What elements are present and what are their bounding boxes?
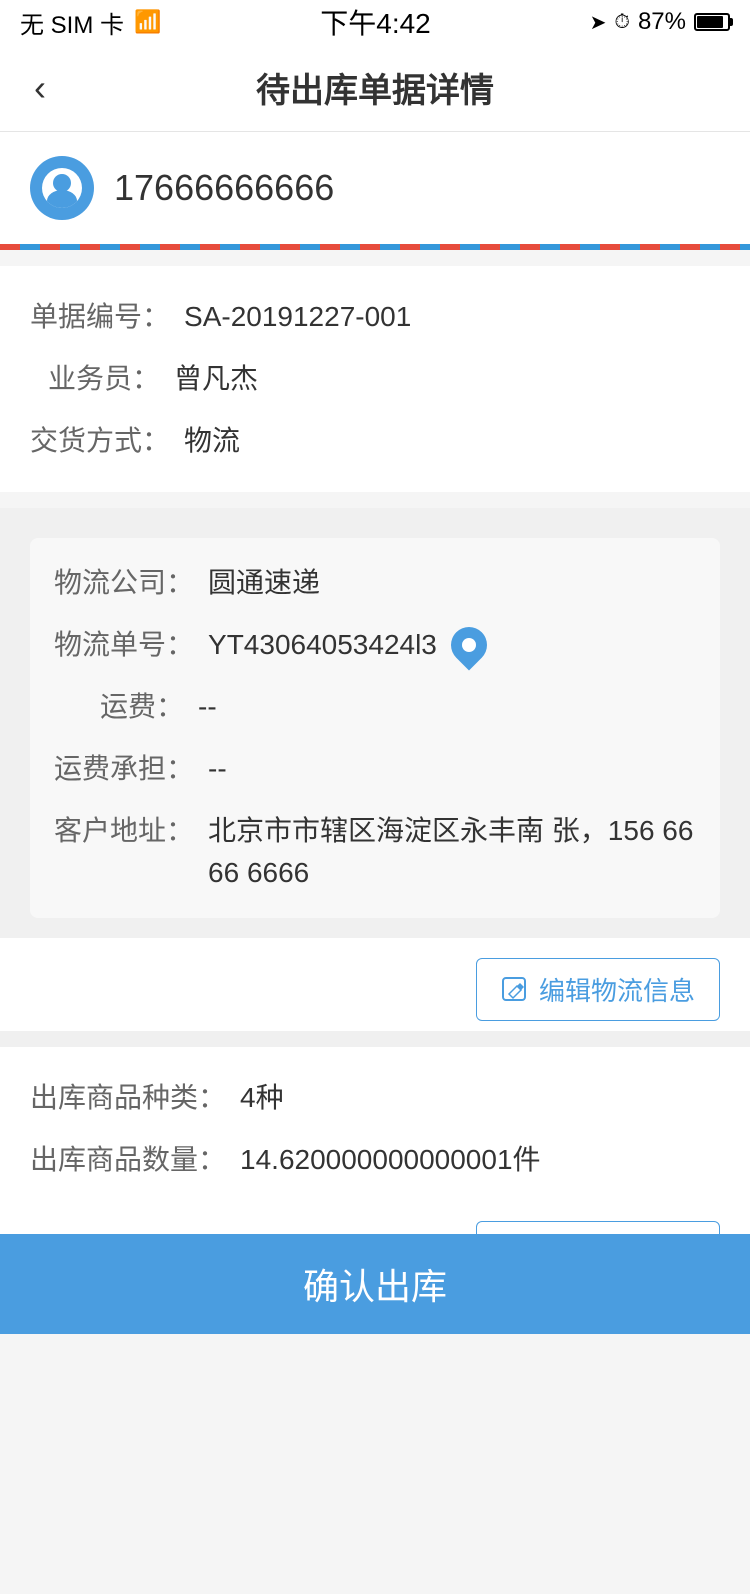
page-title: 待出库单据详情 bbox=[256, 63, 494, 112]
edit-logistics-btn-wrap: 编辑物流信息 bbox=[0, 938, 750, 1031]
status-left: 无 SIM 卡 📶 bbox=[20, 5, 161, 40]
logistics-company-label: 物流公司： bbox=[54, 562, 194, 604]
back-button[interactable]: ‹ bbox=[24, 57, 56, 119]
section-divider bbox=[0, 1031, 750, 1047]
goods-types-label: 出库商品种类： bbox=[30, 1077, 226, 1119]
battery-label: 87% bbox=[638, 8, 686, 36]
logistics-tracking-row: 物流单号： YT43064053424l3 bbox=[54, 624, 696, 666]
salesman-label: 业务员： bbox=[30, 358, 160, 400]
logistics-company-value: 圆通速递 bbox=[208, 562, 696, 604]
edit-logistics-label: 编辑物流信息 bbox=[539, 971, 695, 1008]
salesman-row: 业务员： 曾凡杰 bbox=[30, 358, 720, 400]
logistics-freightbear-row: 运费承担： -- bbox=[54, 748, 696, 790]
delivery-value: 物流 bbox=[184, 420, 720, 462]
goods-types-value: 4种 bbox=[240, 1077, 720, 1119]
status-bar: 无 SIM 卡 📶 下午4:42 ➤ ⏱ 87% bbox=[0, 0, 750, 44]
logistics-freight-row: 运费： -- bbox=[54, 686, 696, 728]
confirm-button[interactable]: 确认出库 bbox=[0, 1234, 750, 1334]
avatar bbox=[30, 156, 94, 220]
logistics-tracking-label: 物流单号： bbox=[54, 624, 194, 666]
logistics-tracking-value: YT43064053424l3 bbox=[208, 624, 696, 666]
delivery-label: 交货方式： bbox=[30, 420, 170, 462]
carrier-label: 无 SIM 卡 bbox=[20, 5, 124, 40]
logistics-freight-value: -- bbox=[198, 686, 696, 728]
status-right: ➤ ⏱ 87% bbox=[590, 8, 730, 36]
logistics-address-value: 北京市市辖区海淀区永丰南 张，156 6666 6666 bbox=[208, 810, 696, 894]
status-time: 下午4:42 bbox=[320, 2, 431, 42]
location-pin-icon[interactable] bbox=[443, 620, 494, 671]
location-icon: ➤ bbox=[590, 10, 607, 35]
goods-section: 出库商品种类： 4种 出库商品数量： 14.620000000000001件 bbox=[0, 1047, 750, 1201]
goods-quantity-value: 14.620000000000001件 bbox=[240, 1139, 720, 1181]
order-no-value: SA-20191227-001 bbox=[184, 296, 720, 338]
logistics-section: 物流公司： 圆通速递 物流单号： YT43064053424l3 运费： -- … bbox=[0, 508, 750, 938]
goods-quantity-row: 出库商品数量： 14.620000000000001件 bbox=[30, 1139, 720, 1181]
order-no-row: 单据编号： SA-20191227-001 bbox=[30, 296, 720, 338]
logistics-card: 物流公司： 圆通速递 物流单号： YT43064053424l3 运费： -- … bbox=[30, 538, 720, 918]
wifi-icon: 📶 bbox=[134, 9, 161, 35]
dashed-separator bbox=[0, 244, 750, 250]
confirm-button-label: 确认出库 bbox=[303, 1258, 447, 1310]
customer-phone: 17666666666 bbox=[114, 167, 334, 209]
nav-bar: ‹ 待出库单据详情 bbox=[0, 44, 750, 132]
edit-logistics-button[interactable]: 编辑物流信息 bbox=[476, 958, 720, 1021]
salesman-value: 曾凡杰 bbox=[174, 358, 720, 400]
edit-icon bbox=[501, 976, 529, 1004]
battery-icon bbox=[694, 13, 730, 31]
logistics-freightbear-label: 运费承担： bbox=[54, 748, 194, 790]
order-no-label: 单据编号： bbox=[30, 296, 170, 338]
logistics-address-row: 客户地址： 北京市市辖区海淀区永丰南 张，156 6666 6666 bbox=[54, 810, 696, 894]
logistics-address-label: 客户地址： bbox=[54, 810, 194, 852]
logistics-company-row: 物流公司： 圆通速递 bbox=[54, 562, 696, 604]
goods-types-row: 出库商品种类： 4种 bbox=[30, 1077, 720, 1119]
order-info-section: 单据编号： SA-20191227-001 业务员： 曾凡杰 交货方式： 物流 bbox=[0, 266, 750, 492]
alarm-icon: ⏱ bbox=[614, 11, 630, 34]
customer-section: 17666666666 bbox=[0, 132, 750, 244]
delivery-row: 交货方式： 物流 bbox=[30, 420, 720, 462]
logistics-freightbear-value: -- bbox=[208, 748, 696, 790]
goods-quantity-label: 出库商品数量： bbox=[30, 1139, 226, 1181]
logistics-freight-label: 运费： bbox=[54, 686, 184, 728]
avatar-icon bbox=[42, 168, 82, 208]
